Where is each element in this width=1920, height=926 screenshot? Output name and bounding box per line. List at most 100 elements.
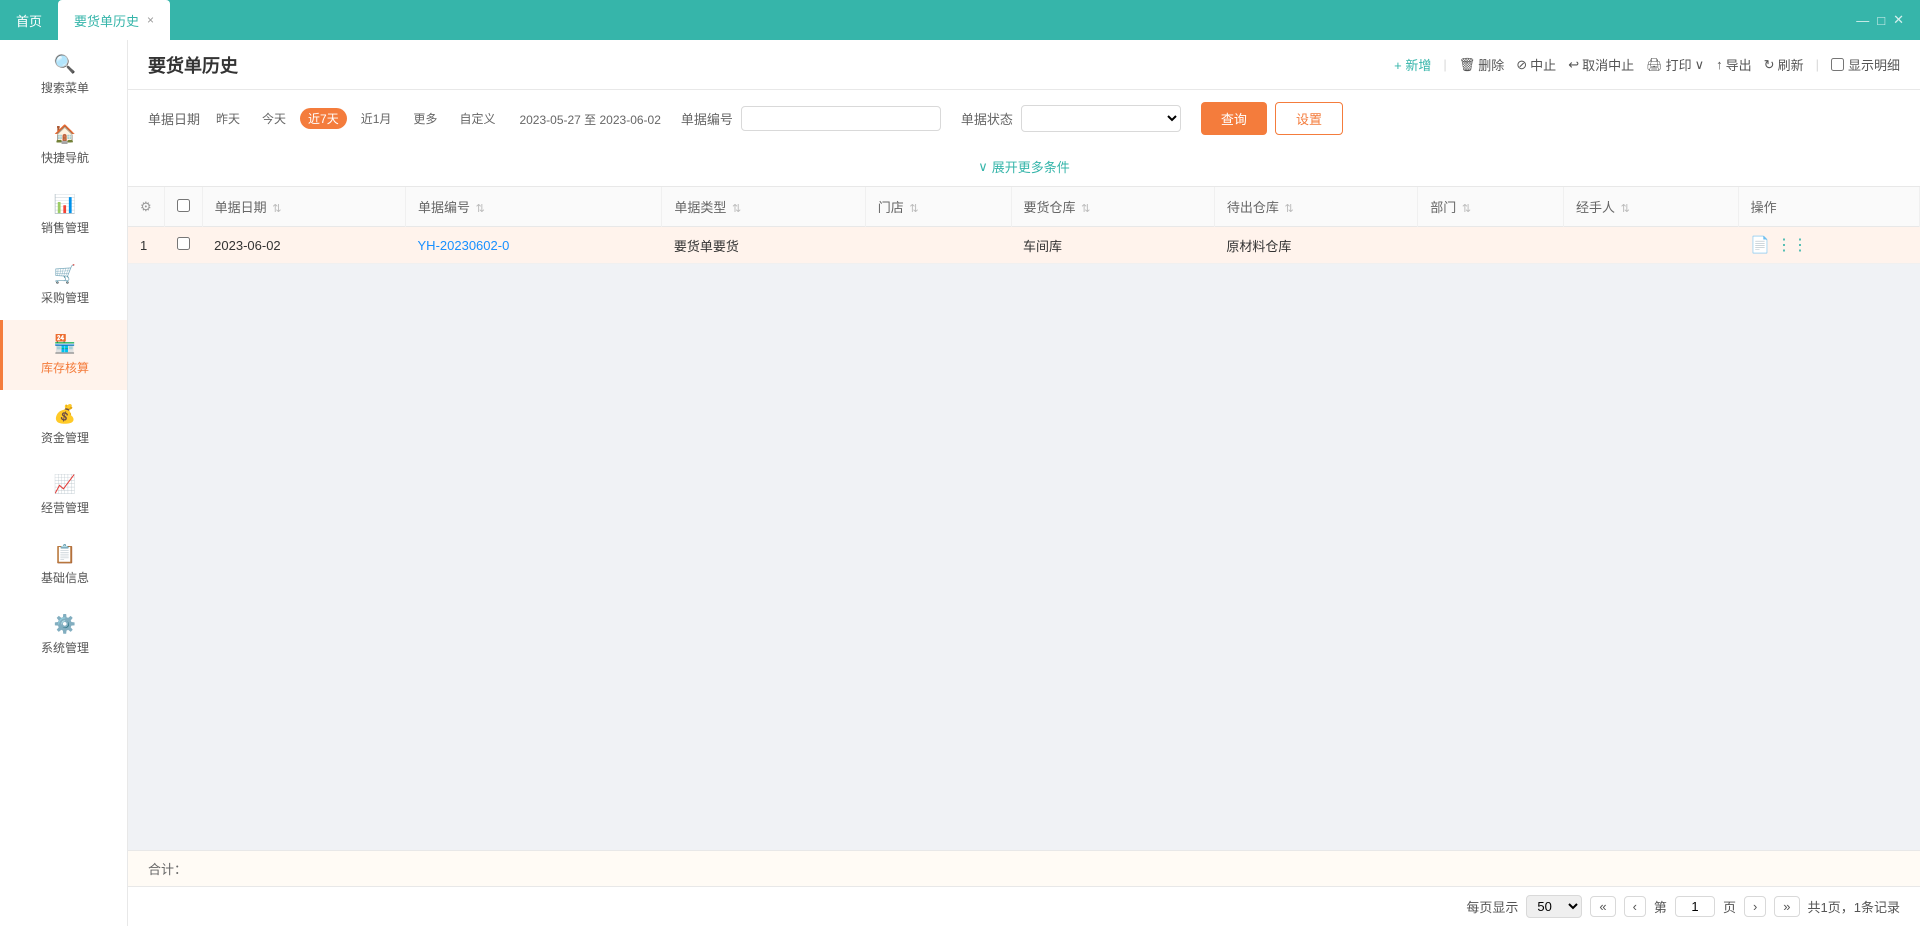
last1month-btn[interactable]: 近1月 <box>353 108 400 129</box>
select-all-checkbox[interactable] <box>177 199 190 212</box>
th-handler: 经手人 ⇅ <box>1564 187 1739 227</box>
add-btn[interactable]: + 新增 <box>1394 55 1431 74</box>
th-settings[interactable]: ⚙ <box>128 187 164 227</box>
print-btn[interactable]: 🖨 打印 ∨ <box>1646 55 1704 74</box>
th-type: 单据类型 ⇅ <box>662 187 865 227</box>
sidebar-item-sales[interactable]: 📊 销售管理 <box>0 180 127 250</box>
close-btn[interactable]: ✕ <box>1893 12 1904 28</box>
sidebar-item-operations-label: 经营管理 <box>41 499 89 516</box>
sales-icon: 📊 <box>54 194 76 215</box>
more-date-btn[interactable]: 更多 <box>405 108 445 129</box>
cell-dept <box>1418 227 1564 264</box>
stop-btn[interactable]: ⊘ 中止 <box>1516 55 1556 74</box>
sort-type-icon[interactable]: ⇅ <box>732 203 741 215</box>
system-icon: ⚙️ <box>54 614 76 635</box>
sidebar-item-finance[interactable]: 💰 资金管理 <box>0 390 127 460</box>
sidebar: 🔍 搜索菜单 🏠 快捷导航 📊 销售管理 🛒 采购管理 🏪 库存核算 💰 资金管… <box>0 40 128 926</box>
display-cell-label: 显示明细 <box>1848 55 1900 74</box>
sidebar-item-sales-label: 销售管理 <box>41 219 89 236</box>
bill-status-label: 单据状态 <box>961 109 1013 128</box>
delete-label: 删除 <box>1478 55 1504 74</box>
bill-status-select[interactable] <box>1021 105 1181 132</box>
print-icon: 🖨 <box>1646 57 1663 73</box>
page-input[interactable] <box>1675 896 1715 917</box>
page-unit: 页 <box>1723 897 1736 916</box>
bill-status-filter-item: 单据状态 <box>961 105 1181 132</box>
date-filter-item: 单据日期 昨天 今天 近7天 近1月 更多 自定义 2023-05-27 至 2… <box>148 108 661 129</box>
search-icon: 🔍 <box>54 54 76 75</box>
display-cell-btn[interactable]: 显示明细 <box>1831 55 1900 74</box>
cancel-stop-btn[interactable]: ↩ 取消中止 <box>1568 55 1634 74</box>
prev-page-btn[interactable]: ‹ <box>1624 896 1646 917</box>
delete-btn[interactable]: 🗑 删除 <box>1459 55 1505 74</box>
th-checkbox <box>164 187 202 227</box>
tab-purchase-history[interactable]: 要货单历史 × <box>58 0 170 40</box>
th-no: 单据编号 ⇅ <box>406 187 662 227</box>
row-checkbox[interactable] <box>177 237 190 250</box>
top-bar: 首页 要货单历史 × — □ ✕ <box>0 0 1920 40</box>
page-size-select[interactable]: 50 100 <box>1526 895 1582 918</box>
sidebar-item-basic-info-label: 基础信息 <box>41 569 89 586</box>
sort-store-icon[interactable]: ⇅ <box>909 203 918 215</box>
tab-home[interactable]: 首页 <box>0 0 58 40</box>
custom-date-btn[interactable]: 自定义 <box>451 108 503 129</box>
sidebar-item-nav-label: 快捷导航 <box>41 149 89 166</box>
date-filter-buttons: 昨天 今天 近7天 近1月 更多 自定义 <box>208 108 503 129</box>
sort-req-warehouse-icon[interactable]: ⇅ <box>1081 203 1090 215</box>
page-label: 第 <box>1654 897 1667 916</box>
th-to-warehouse: 待出仓库 ⇅ <box>1214 187 1417 227</box>
first-page-btn[interactable]: « <box>1590 896 1615 917</box>
th-action: 操作 <box>1738 187 1919 227</box>
sidebar-item-system[interactable]: ⚙️ 系统管理 <box>0 600 127 670</box>
settings-button[interactable]: 设置 <box>1275 102 1343 135</box>
query-button[interactable]: 查询 <box>1201 102 1267 135</box>
refresh-btn[interactable]: ↻ 刷新 <box>1764 55 1804 74</box>
view-action-icon[interactable]: 📄 <box>1750 235 1770 255</box>
cell-index: 1 <box>128 227 164 264</box>
sidebar-item-basic-info[interactable]: 📋 基础信息 <box>0 530 127 600</box>
sort-no-icon[interactable]: ⇅ <box>476 203 485 215</box>
sidebar-item-purchase[interactable]: 🛒 采购管理 <box>0 250 127 320</box>
sort-handler-icon[interactable]: ⇅ <box>1621 203 1630 215</box>
th-dept: 部门 ⇅ <box>1418 187 1564 227</box>
sort-date-icon[interactable]: ⇅ <box>272 203 281 215</box>
edit-action-icon[interactable]: ⋮⋮ <box>1776 235 1808 255</box>
expand-conditions-btn[interactable]: ∨ 展开更多条件 <box>970 153 1078 180</box>
sidebar-item-operations[interactable]: 📈 经营管理 <box>0 460 127 530</box>
page-title: 要货单历史 <box>148 52 238 78</box>
page-header: 要货单历史 + 新增 | 🗑 删除 ⊘ 中止 ↩ 取消中止 🖨 <box>128 40 1920 90</box>
cell-to-warehouse: 原材料仓库 <box>1214 227 1417 264</box>
maximize-btn[interactable]: □ <box>1877 13 1885 28</box>
sidebar-item-inventory-label: 库存核算 <box>41 359 89 376</box>
print-chevron: ∨ <box>1695 57 1705 73</box>
sidebar-item-search[interactable]: 🔍 搜索菜单 <box>0 40 127 110</box>
sidebar-item-inventory[interactable]: 🏪 库存核算 <box>0 320 127 390</box>
minimize-btn[interactable]: — <box>1856 13 1869 28</box>
expand-row: ∨ 展开更多条件 <box>148 147 1900 186</box>
display-cell-checkbox[interactable] <box>1831 58 1844 71</box>
bill-no-input[interactable] <box>741 106 941 131</box>
expand-icon: ∨ <box>978 159 988 175</box>
toolbar: + 新增 | 🗑 删除 ⊘ 中止 ↩ 取消中止 🖨 打印 ∨ <box>1394 55 1900 74</box>
today-btn[interactable]: 今天 <box>254 108 294 129</box>
yesterday-btn[interactable]: 昨天 <box>208 108 248 129</box>
cell-req-warehouse: 车间库 <box>1011 227 1214 264</box>
sidebar-item-nav[interactable]: 🏠 快捷导航 <box>0 110 127 180</box>
sort-to-warehouse-icon[interactable]: ⇅ <box>1285 203 1294 215</box>
total-info: 共1页，1条记录 <box>1808 897 1900 916</box>
export-btn[interactable]: ↑ 导出 <box>1716 55 1752 74</box>
sort-dept-icon[interactable]: ⇅ <box>1462 203 1471 215</box>
main-layout: 🔍 搜索菜单 🏠 快捷导航 📊 销售管理 🛒 采购管理 🏪 库存核算 💰 资金管… <box>0 40 1920 926</box>
stop-icon: ⊘ <box>1516 57 1527 73</box>
cell-no[interactable]: YH-20230602-0 <box>406 227 662 264</box>
expand-label: 展开更多条件 <box>992 157 1070 176</box>
next-page-btn[interactable]: › <box>1744 896 1766 917</box>
last-page-btn[interactable]: » <box>1774 896 1799 917</box>
close-tab-icon[interactable]: × <box>147 13 154 27</box>
cancel-stop-icon: ↩ <box>1568 57 1579 73</box>
bill-no-link[interactable]: YH-20230602-0 <box>418 238 510 253</box>
action-icons: 📄 ⋮⋮ <box>1750 235 1907 255</box>
last7days-btn[interactable]: 近7天 <box>300 108 347 129</box>
content-area: 要货单历史 + 新增 | 🗑 删除 ⊘ 中止 ↩ 取消中止 🖨 <box>128 40 1920 926</box>
table-scroll-area: ⚙ 单据日期 ⇅ 单据编号 ⇅ <box>128 187 1920 850</box>
